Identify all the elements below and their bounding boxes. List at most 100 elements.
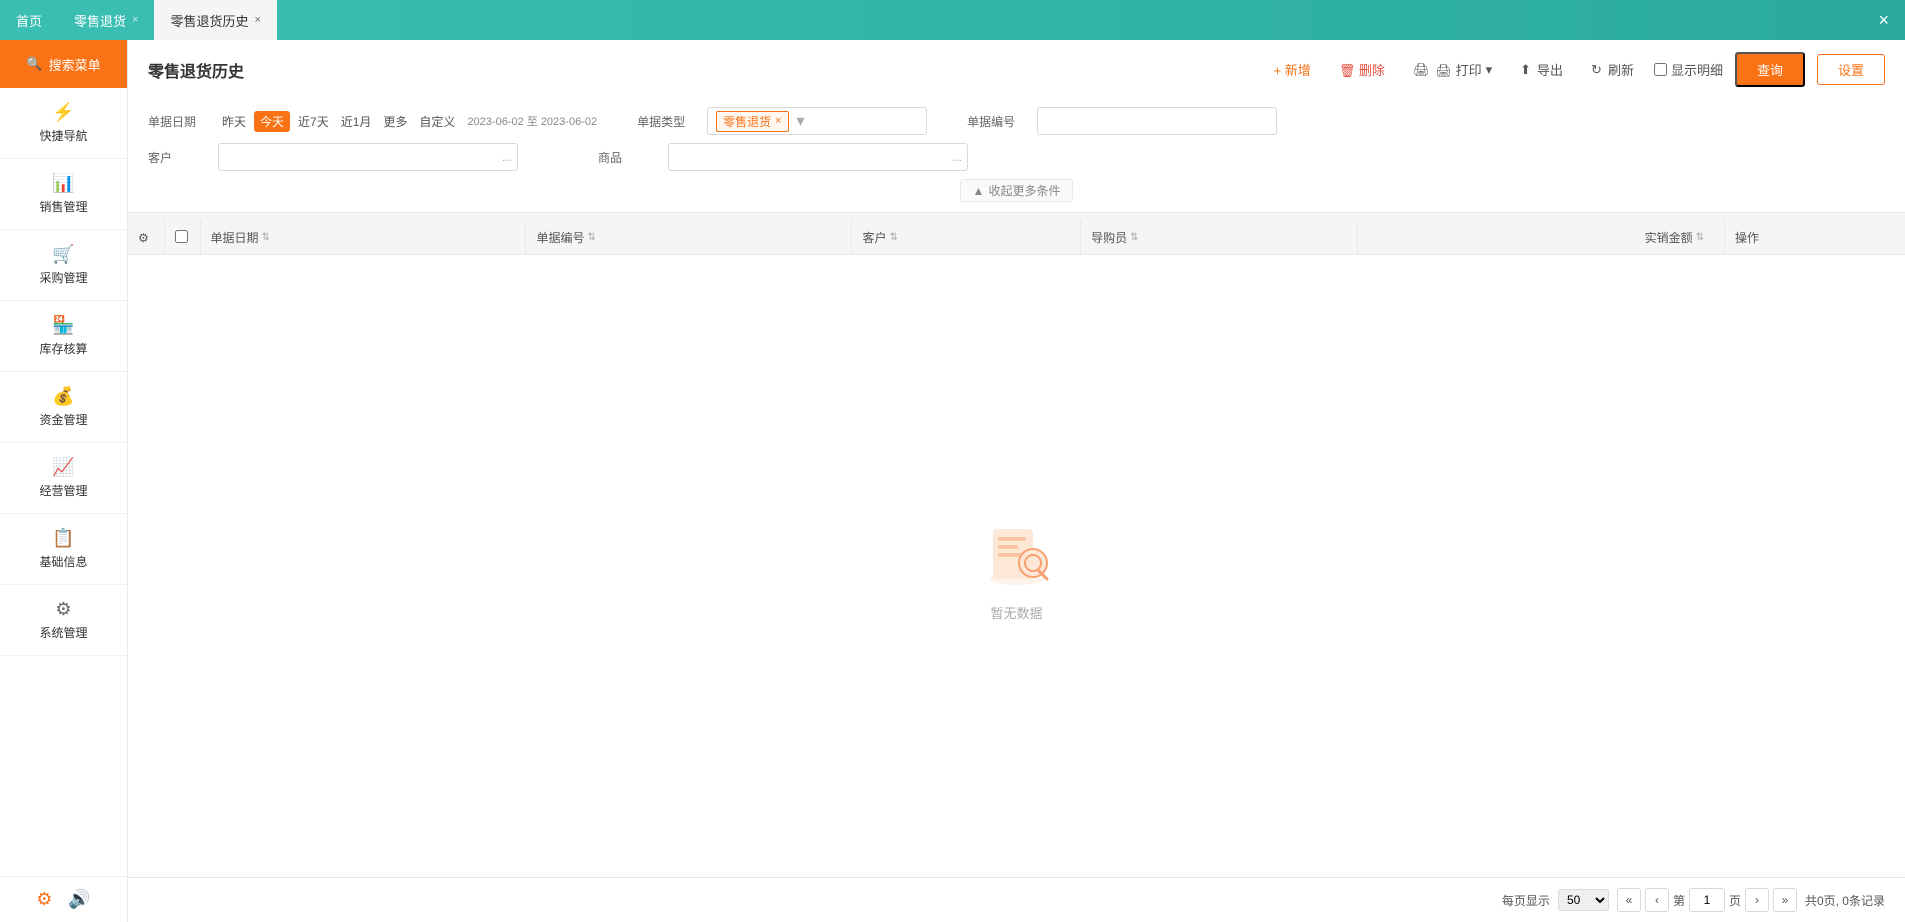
collapse-button[interactable]: ▲ 收起更多条件 [960, 179, 1074, 202]
show-detail-checkbox-label[interactable]: 显示明细 [1654, 60, 1723, 79]
date-opt-yesterday[interactable]: 昨天 [218, 111, 250, 132]
sidebar-item-label: 经营管理 [39, 482, 87, 499]
export-button[interactable]: ⬆ 导出 [1512, 56, 1571, 83]
col-bill-date-sort-icon: ⇅ [262, 232, 270, 243]
page-prev-button[interactable]: ‹ [1645, 888, 1669, 912]
print-dropdown-icon: ▾ [1486, 62, 1493, 78]
date-filter-label: 单据日期 [148, 113, 218, 130]
col-amount-label: 实销金额 [1645, 229, 1693, 246]
col-settings[interactable]: ⚙ [128, 221, 164, 255]
col-bill-no-label: 单据编号 [536, 229, 584, 246]
refresh-button[interactable]: ↻ 刷新 [1583, 56, 1642, 83]
collapse-row: ▲ 收起更多条件 [148, 179, 1885, 202]
sidebar-item-quick-nav[interactable]: ⚡ 快捷导航 [0, 88, 127, 159]
col-guide-label: 导购员 [1091, 229, 1127, 246]
tab-home-label: 首页 [16, 11, 42, 30]
pagination-bar: 每页显示 10 20 50 100 « ‹ 第 页 › » 共0页, 0条记录 [128, 877, 1905, 922]
bill-no-input[interactable] [1037, 107, 1277, 135]
goods-input[interactable] [668, 143, 968, 171]
sidebar-item-label: 快捷导航 [39, 127, 87, 144]
tab-home[interactable]: 首页 [0, 0, 58, 40]
page-nav: « ‹ 第 页 › » [1617, 888, 1797, 912]
col-bill-no-sort-icon: ⇅ [588, 232, 596, 243]
system-icon: ⚙ [55, 599, 71, 620]
col-amount[interactable]: 实销金额 ⇅ [1358, 221, 1725, 255]
page-first-button[interactable]: « [1617, 888, 1641, 912]
page-size-label: 每页显示 [1502, 892, 1550, 909]
sidebar-search-label: 搜索菜单 [49, 55, 101, 74]
col-bill-date-label: 单据日期 [211, 229, 259, 246]
search-icon: 🔍 [26, 56, 42, 72]
goods-filter-label: 商品 [598, 149, 668, 166]
table-header-row: ⚙ 单据日期 ⇅ 单据编号 [128, 221, 1905, 255]
sidebar-item-basic-info[interactable]: 📋 基础信息 [0, 514, 127, 585]
sidebar-item-label: 销售管理 [39, 198, 87, 215]
sidebar-item-label: 资金管理 [39, 411, 87, 428]
date-opt-custom[interactable]: 自定义 [415, 111, 459, 132]
page-size-select[interactable]: 10 20 50 100 [1558, 889, 1609, 911]
settings-col-icon[interactable]: ⚙ [138, 231, 149, 245]
sidebar-item-finance[interactable]: 💰 资金管理 [0, 372, 127, 443]
goods-ellipsis[interactable]: ... [952, 150, 962, 164]
col-action-label: 操作 [1735, 231, 1759, 245]
page-number-input[interactable] [1689, 888, 1725, 912]
sidebar-item-inventory[interactable]: 🏪 库存核算 [0, 301, 127, 372]
content-area: 零售退货历史 + 新增 🗑 删除 🖨 🖨 打印 ▾ ⬆ 导出 ↻ [128, 40, 1905, 922]
delete-button[interactable]: 🗑 删除 [1331, 56, 1393, 83]
customer-input[interactable] [218, 143, 518, 171]
speaker-icon[interactable]: 🔊 [68, 889, 90, 910]
tab-retail-return-close[interactable]: × [132, 14, 138, 26]
settings-button[interactable]: 设置 [1817, 54, 1885, 85]
bill-type-tag[interactable]: 零售退货 × [716, 111, 788, 132]
empty-text: 暂无数据 [990, 603, 1042, 622]
page-title-row: 零售退货历史 + 新增 🗑 删除 🖨 🖨 打印 ▾ ⬆ 导出 ↻ [148, 52, 1885, 87]
sidebar: 🔍 搜索菜单 ⚡ 快捷导航 📊 销售管理 🛒 采购管理 🏪 库存核算 💰 资金管… [0, 40, 128, 922]
date-options: 昨天 今天 近7天 近1月 更多 自定义 2023-06-02 至 2023-0… [218, 111, 597, 132]
tab-retail-return[interactable]: 零售退货 × [58, 0, 154, 40]
sidebar-item-purchase[interactable]: 🛒 采购管理 [0, 230, 127, 301]
print-button[interactable]: 🖨 🖨 打印 ▾ [1405, 56, 1500, 83]
top-bar: 首页 零售退货 × 零售退货历史 × × [0, 0, 1905, 40]
page-last-button[interactable]: » [1773, 888, 1797, 912]
sidebar-item-system[interactable]: ⚙ 系统管理 [0, 585, 127, 656]
col-checkbox[interactable] [164, 221, 200, 255]
window-close-button[interactable]: × [1862, 10, 1905, 31]
sidebar-search[interactable]: 🔍 搜索菜单 [0, 40, 127, 88]
collapse-icon: ▲ [973, 184, 985, 198]
export-label: 导出 [1537, 60, 1563, 79]
col-guide[interactable]: 导购员 ⇅ [1081, 221, 1358, 255]
new-button[interactable]: + 新增 [1266, 56, 1319, 83]
tab-retail-return-history-close[interactable]: × [254, 14, 260, 26]
filter-row-date: 单据日期 昨天 今天 近7天 近1月 更多 自定义 2023-06-02 至 2… [148, 107, 1885, 135]
query-button[interactable]: 查询 [1735, 52, 1805, 87]
date-opt-more[interactable]: 更多 [379, 111, 411, 132]
col-bill-no[interactable]: 单据编号 ⇅ [526, 221, 852, 255]
bill-type-filter-input[interactable]: 零售退货 × ▾ [707, 107, 927, 135]
page-next-button[interactable]: › [1745, 888, 1769, 912]
date-opt-1month[interactable]: 近1月 [337, 111, 376, 132]
tab-retail-return-history[interactable]: 零售退货历史 × [154, 0, 276, 40]
bill-type-dropdown-icon[interactable]: ▾ [797, 111, 805, 131]
col-customer[interactable]: 客户 ⇅ [852, 221, 1081, 255]
col-action: 操作 [1724, 221, 1905, 255]
export-icon: ⬆ [1520, 62, 1531, 78]
bill-no-filter-wrap [1037, 107, 1397, 135]
date-opt-today[interactable]: 今天 [254, 111, 290, 132]
bill-type-tag-close[interactable]: × [775, 115, 781, 127]
sidebar-item-label: 库存核算 [39, 340, 87, 357]
select-all-checkbox[interactable] [175, 230, 188, 243]
sidebar-item-operations[interactable]: 📈 经营管理 [0, 443, 127, 514]
show-detail-checkbox[interactable] [1654, 63, 1667, 76]
sidebar-item-sales[interactable]: 📊 销售管理 [0, 159, 127, 230]
sidebar-bottom: ⚙ 🔊 [0, 876, 127, 922]
tab-list: 首页 零售退货 × 零售退货历史 × [0, 0, 1862, 40]
basic-info-icon: 📋 [52, 528, 74, 549]
sidebar-item-label: 系统管理 [39, 624, 87, 641]
col-bill-date[interactable]: 单据日期 ⇅ [200, 221, 526, 255]
date-opt-7days[interactable]: 近7天 [294, 111, 333, 132]
col-customer-label: 客户 [862, 229, 886, 246]
print-label: 🖨 打印 [1435, 60, 1481, 79]
page-title: 零售退货历史 [148, 58, 244, 82]
settings-icon[interactable]: ⚙ [36, 889, 52, 910]
customer-ellipsis[interactable]: ... [502, 150, 512, 164]
